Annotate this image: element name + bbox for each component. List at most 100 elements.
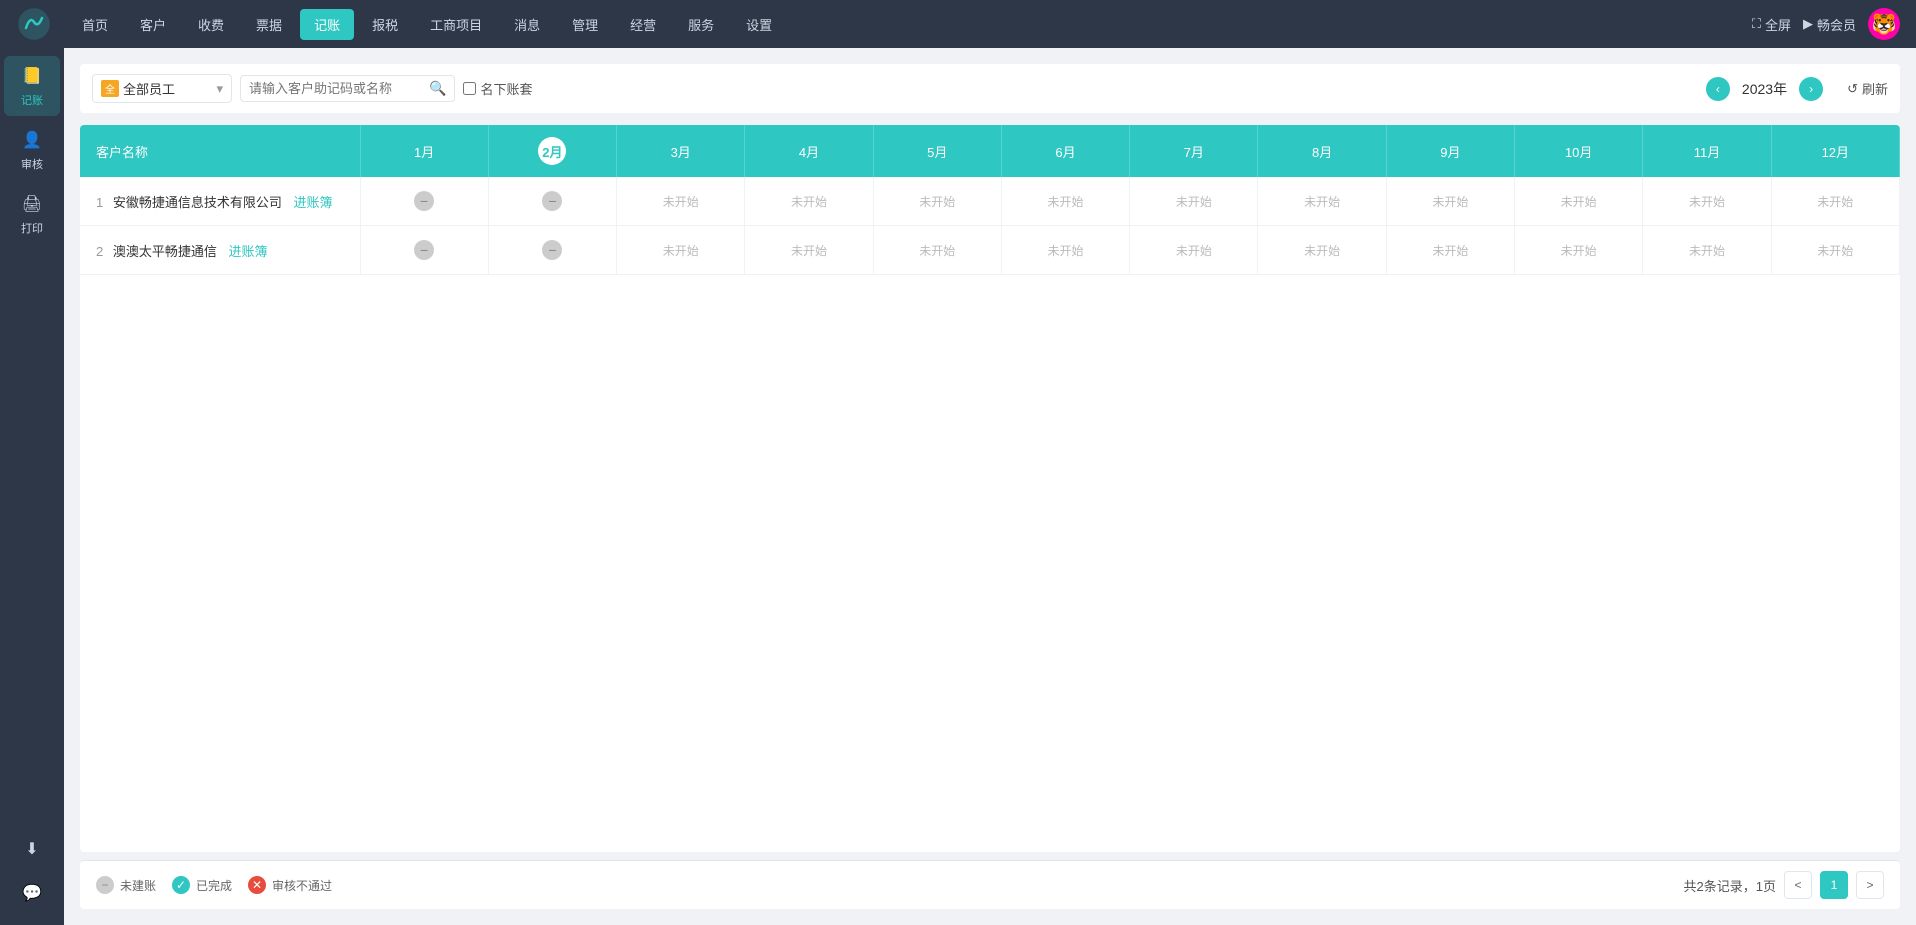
nav-message[interactable]: 消息 xyxy=(500,9,554,40)
legend-rejected: ✕ 审核不通过 xyxy=(248,876,332,894)
nav-fee[interactable]: 收费 xyxy=(184,9,238,40)
year-nav: ‹ 2023年 › xyxy=(1706,77,1823,101)
nav-business[interactable]: 工商项目 xyxy=(416,9,496,40)
legend-teal-icon: ✓ xyxy=(172,876,190,894)
account-set-label: 名下账套 xyxy=(480,79,532,98)
avatar[interactable]: 🐯 xyxy=(1868,8,1900,40)
status-not-started: 未开始 xyxy=(1689,195,1725,209)
content-area: 全 全部员工 ▾ 🔍 名下账套 ‹ 2023年 › ↺ 刷新 xyxy=(64,48,1916,925)
employee-badge: 全 xyxy=(101,80,119,97)
status-not-started: 未开始 xyxy=(1432,195,1468,209)
current-page-button[interactable]: 1 xyxy=(1820,871,1848,899)
status-not-started: 未开始 xyxy=(1432,244,1468,258)
col-oct: 10月 xyxy=(1515,125,1643,177)
row2-jan: − xyxy=(360,226,488,275)
status-not-started: 未开始 xyxy=(1561,195,1597,209)
search-icon[interactable]: 🔍 xyxy=(429,80,446,97)
toolbar: 全 全部员工 ▾ 🔍 名下账套 ‹ 2023年 › ↺ 刷新 xyxy=(80,64,1900,113)
nav-home[interactable]: 首页 xyxy=(68,9,122,40)
status-circle-gray: − xyxy=(542,191,562,211)
nav-tax[interactable]: 报税 xyxy=(358,9,412,40)
sidebar-item-audit[interactable]: 👤 审核 xyxy=(4,120,60,180)
status-not-started: 未开始 xyxy=(1048,244,1084,258)
chat-icon: 💬 xyxy=(20,881,44,905)
row2-jun: 未开始 xyxy=(1001,226,1129,275)
download-icon: ⬇ xyxy=(20,837,44,861)
col-sep: 9月 xyxy=(1386,125,1514,177)
row1-enter-link[interactable]: 进账簿 xyxy=(294,195,333,210)
row1-name-cell: 1 安徽畅捷通信息技术有限公司 进账簿 xyxy=(80,177,360,226)
next-page-button[interactable]: > xyxy=(1856,871,1884,899)
sidebar-item-accounting[interactable]: 📒 记账 xyxy=(4,56,60,116)
row2-nov: 未开始 xyxy=(1643,226,1771,275)
refresh-button[interactable]: ↺ 刷新 xyxy=(1847,79,1888,98)
nav-operation[interactable]: 经营 xyxy=(616,9,670,40)
status-not-started: 未开始 xyxy=(1304,244,1340,258)
status-not-started: 未开始 xyxy=(1817,195,1853,209)
status-not-started: 未开始 xyxy=(1561,244,1597,258)
nav-service[interactable]: 服务 xyxy=(674,9,728,40)
member-label: 畅会员 xyxy=(1817,15,1856,34)
employee-select[interactable]: 全 全部员工 ▾ xyxy=(92,74,232,103)
nav-invoice[interactable]: 票据 xyxy=(242,9,296,40)
current-month-badge: 2月 xyxy=(538,137,566,165)
row1-dec: 未开始 xyxy=(1771,177,1899,226)
row2-index: 2 xyxy=(96,244,103,259)
row1-jan: − xyxy=(360,177,488,226)
status-not-started: 未开始 xyxy=(1176,244,1212,258)
account-set-checkbox-label[interactable]: 名下账套 xyxy=(463,79,532,98)
row1-jun: 未开始 xyxy=(1001,177,1129,226)
row2-dec: 未开始 xyxy=(1771,226,1899,275)
nav-settings[interactable]: 设置 xyxy=(732,9,786,40)
fullscreen-button[interactable]: ⛶ 全屏 xyxy=(1752,15,1791,34)
sidebar: 📒 记账 👤 审核 🖨 打印 ⬇ 💬 xyxy=(0,48,64,925)
nav-customer[interactable]: 客户 xyxy=(126,9,180,40)
prev-year-button[interactable]: ‹ xyxy=(1706,77,1730,101)
status-not-started: 未开始 xyxy=(663,195,699,209)
col-aug: 8月 xyxy=(1258,125,1386,177)
col-may: 5月 xyxy=(873,125,1001,177)
sidebar-download[interactable]: ⬇ xyxy=(4,829,60,869)
row1-may: 未开始 xyxy=(873,177,1001,226)
member-button[interactable]: ▶ 畅会员 xyxy=(1803,15,1856,34)
footer: − 未建账 ✓ 已完成 ✕ 审核不通过 共2条记录，1页 < 1 > xyxy=(80,860,1900,909)
row1-mar: 未开始 xyxy=(617,177,745,226)
nav-manage[interactable]: 管理 xyxy=(558,9,612,40)
row2-mar: 未开始 xyxy=(617,226,745,275)
legend-not-created-label: 未建账 xyxy=(120,877,156,894)
legend-completed: ✓ 已完成 xyxy=(172,876,232,894)
status-not-started: 未开始 xyxy=(1176,195,1212,209)
fullscreen-label: 全屏 xyxy=(1765,15,1791,34)
footer-pagination: 共2条记录，1页 < 1 > xyxy=(1684,871,1884,899)
nav-accounting[interactable]: 记账 xyxy=(300,9,354,40)
video-icon: ▶ xyxy=(1803,16,1813,32)
row1-aug: 未开始 xyxy=(1258,177,1386,226)
col-jan: 1月 xyxy=(360,125,488,177)
audit-icon: 👤 xyxy=(20,128,44,152)
row1-nov: 未开始 xyxy=(1643,177,1771,226)
row2-company-name: 澳澳太平畅捷通信 xyxy=(113,244,217,259)
table-scroll[interactable]: 客户名称 1月 2月 3月 4月 5月 6月 7月 8月 9月 10月 xyxy=(80,125,1900,852)
status-not-started: 未开始 xyxy=(1817,244,1853,258)
status-not-started: 未开始 xyxy=(791,195,827,209)
legend-rejected-label: 审核不通过 xyxy=(272,877,332,894)
row2-apr: 未开始 xyxy=(745,226,873,275)
next-year-button[interactable]: › xyxy=(1799,77,1823,101)
col-feb: 2月 xyxy=(488,125,616,177)
table-header-row: 客户名称 1月 2月 3月 4月 5月 6月 7月 8月 9月 10月 xyxy=(80,125,1900,177)
row1-index: 1 xyxy=(96,195,103,210)
col-apr: 4月 xyxy=(745,125,873,177)
table-row: 2 澳澳太平畅捷通信 进账簿 − − 未开始 未开始 未开始 未开始 未开始 未… xyxy=(80,226,1900,275)
search-input[interactable] xyxy=(249,81,429,96)
sidebar-chat[interactable]: 💬 xyxy=(4,873,60,913)
row2-enter-link[interactable]: 进账簿 xyxy=(229,244,268,259)
account-set-checkbox[interactable] xyxy=(463,82,476,95)
accounting-table: 客户名称 1月 2月 3月 4月 5月 6月 7月 8月 9月 10月 xyxy=(80,125,1900,275)
status-circle-gray: − xyxy=(414,240,434,260)
sidebar-item-print[interactable]: 🖨 打印 xyxy=(4,184,60,244)
prev-page-button[interactable]: < xyxy=(1784,871,1812,899)
row1-apr: 未开始 xyxy=(745,177,873,226)
col-jul: 7月 xyxy=(1130,125,1258,177)
sidebar-bottom: ⬇ 💬 xyxy=(4,829,60,925)
print-icon: 🖨 xyxy=(20,192,44,216)
